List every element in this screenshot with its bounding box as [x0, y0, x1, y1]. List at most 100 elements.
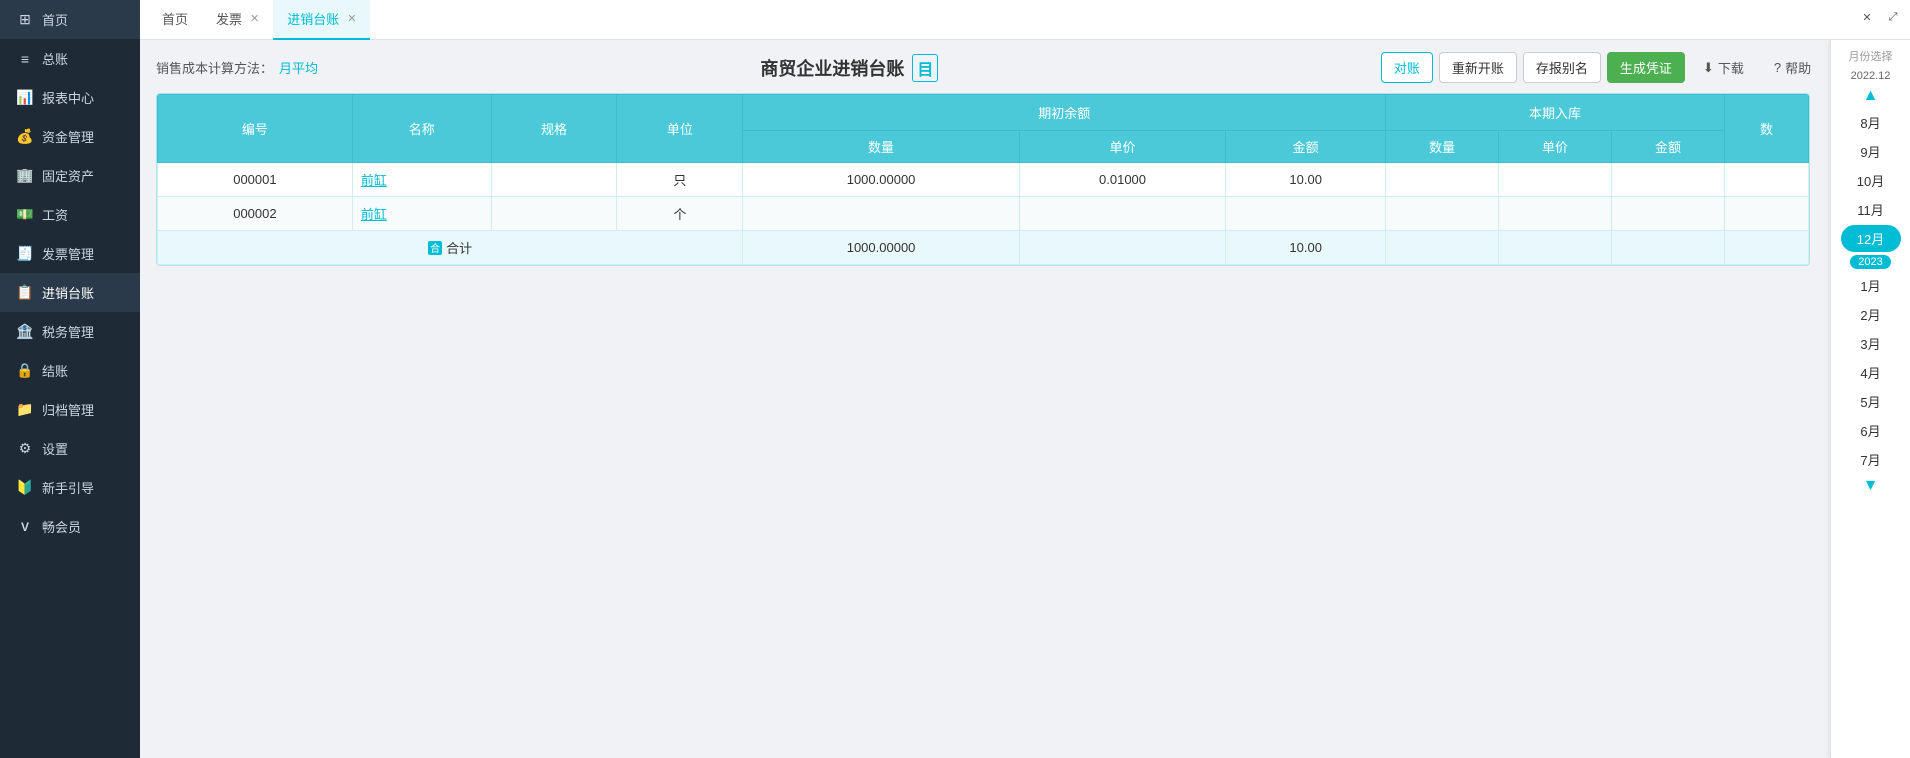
reopen-button[interactable]: 重新开账 — [1439, 52, 1517, 83]
col-header-inbound: 本期入库 — [1386, 95, 1725, 131]
total-row: 合 合计 1000.00000 10.00 — [158, 231, 1809, 265]
col-header-more: 数 — [1725, 95, 1809, 163]
month-item-9[interactable]: 9月 — [1841, 138, 1901, 165]
month-item-6[interactable]: 6月 — [1841, 417, 1901, 444]
month-item-8[interactable]: 8月 — [1841, 109, 1901, 136]
product-name-link[interactable]: 前缸 — [361, 173, 387, 188]
sidebar-item-label: 税务管理 — [42, 322, 94, 341]
month-nav-down[interactable]: ▼ — [1863, 474, 1879, 498]
content-header: 销售成本计算方法： 月平均 商贸企业进销台账 目 对账 重新开账 存报别名 生成… — [156, 52, 1894, 83]
cell-inbound-qty — [1386, 163, 1499, 197]
sidebar-item-closing[interactable]: 🔒 结账 — [0, 351, 140, 390]
close-window-button[interactable]: ✕ — [1858, 8, 1876, 26]
total-more — [1725, 231, 1809, 265]
sidebar-item-guide[interactable]: 🔰 新手引导 — [0, 468, 140, 507]
product-name-link[interactable]: 前缸 — [361, 207, 387, 222]
cell-id: 000001 — [158, 163, 353, 197]
col-sub-opening-price: 单价 — [1019, 131, 1225, 163]
col-sub-inbound-qty: 数量 — [1386, 131, 1499, 163]
cell-name: 前缸 — [352, 197, 491, 231]
reports-icon: 📊 — [16, 89, 34, 106]
cell-opening-qty: 1000.00000 — [743, 163, 1019, 197]
tab-label: 进销台账 — [287, 9, 339, 28]
month-item-10[interactable]: 10月 — [1841, 167, 1901, 194]
sidebar-item-tax[interactable]: 🏦 税务管理 — [0, 312, 140, 351]
content-area: 销售成本计算方法： 月平均 商贸企业进销台账 目 对账 重新开账 存报别名 生成… — [140, 40, 1910, 758]
cell-inbound-qty — [1386, 197, 1499, 231]
reconcile-button[interactable]: 对账 — [1381, 52, 1433, 83]
cell-opening-price: 0.01000 — [1019, 163, 1225, 197]
cell-unit: 只 — [617, 163, 743, 197]
sidebar-item-assets[interactable]: 🏢 固定资产 — [0, 156, 140, 195]
assets-icon: 🏢 — [16, 167, 34, 184]
sidebar-item-reports[interactable]: 📊 报表中心 — [0, 78, 140, 117]
tab-home[interactable]: 首页 — [148, 0, 202, 40]
sidebar-item-archive[interactable]: 📁 归档管理 — [0, 390, 140, 429]
inventory-table-wrapper: 编号 名称 规格 单位 期初余额 本期入库 数 数量 单价 金额 数量 单价 — [156, 93, 1810, 266]
home-icon: ⊞ — [16, 11, 34, 28]
generate-button[interactable]: 生成凭证 — [1607, 52, 1685, 83]
cell-opening-amount: 10.00 — [1226, 163, 1386, 197]
download-icon: ⬇ — [1703, 60, 1714, 76]
cost-method: 销售成本计算方法： 月平均 — [156, 58, 318, 77]
month-item-4[interactable]: 4月 — [1841, 359, 1901, 386]
sidebar-item-finance[interactable]: 💰 资金管理 — [0, 117, 140, 156]
col-header-name: 名称 — [352, 95, 491, 163]
year-2023-badge: 2023 — [1850, 255, 1890, 269]
title-info-icon[interactable]: 目 — [912, 54, 938, 82]
month-item-2[interactable]: 2月 — [1841, 301, 1901, 328]
maximize-window-button[interactable]: ⤢ — [1884, 8, 1902, 26]
finance-icon: 💰 — [16, 128, 34, 145]
download-button[interactable]: ⬇ 下载 — [1691, 53, 1756, 82]
col-sub-inbound-amount: 金额 — [1612, 131, 1725, 163]
sidebar-item-label: 总账 — [42, 49, 68, 68]
sidebar-item-inventory[interactable]: 📋 进销台账 — [0, 273, 140, 312]
sidebar-item-settings[interactable]: ⚙ 设置 — [0, 429, 140, 468]
year-2022-label: 2022.12 — [1851, 68, 1891, 84]
month-item-11[interactable]: 11月 — [1841, 196, 1901, 223]
help-label: 帮助 — [1785, 58, 1811, 77]
tab-close-invoice[interactable]: ✕ — [250, 12, 259, 25]
help-button[interactable]: ? 帮助 — [1762, 53, 1823, 82]
sidebar-item-member[interactable]: V 畅会员 — [0, 507, 140, 546]
total-inbound-price — [1499, 231, 1612, 265]
month-item-1[interactable]: 1月 — [1841, 272, 1901, 299]
sidebar-item-label: 固定资产 — [42, 166, 94, 185]
tab-inventory[interactable]: 进销台账 ✕ — [273, 0, 370, 40]
col-sub-inbound-price: 单价 — [1499, 131, 1612, 163]
save-as-button[interactable]: 存报别名 — [1523, 52, 1601, 83]
total-opening-amount: 10.00 — [1226, 231, 1386, 265]
table-row: 000001 前缸 只 1000.00000 0.01000 10.00 — [158, 163, 1809, 197]
closing-icon: 🔒 — [16, 362, 34, 379]
tab-bar: 首页 发票 ✕ 进销台账 ✕ ✕ ⤢ — [140, 0, 1910, 40]
sidebar-item-salary[interactable]: 💵 工资 — [0, 195, 140, 234]
tab-close-inventory[interactable]: ✕ — [347, 12, 356, 25]
col-header-opening: 期初余额 — [743, 95, 1386, 131]
total-label-cell: 合 合计 — [158, 231, 743, 265]
download-label: 下载 — [1718, 58, 1744, 77]
cell-opening-price — [1019, 197, 1225, 231]
sidebar-item-ledger[interactable]: ≡ 总账 — [0, 39, 140, 78]
month-item-3[interactable]: 3月 — [1841, 330, 1901, 357]
col-header-spec: 规格 — [491, 95, 617, 163]
month-panel: 月份选择 2022.12 ▲ 8月 9月 10月 11月 12月 2023 1月… — [1830, 40, 1910, 758]
cell-opening-qty — [743, 197, 1019, 231]
sidebar-item-home[interactable]: ⊞ 首页 — [0, 0, 140, 39]
col-header-id: 编号 — [158, 95, 353, 163]
tab-invoice[interactable]: 发票 ✕ — [202, 0, 273, 40]
action-buttons: 对账 重新开账 存报别名 生成凭证 ⬇ 下载 ? 帮助 ↻ 刷新 — [1381, 52, 1894, 83]
cell-id: 000002 — [158, 197, 353, 231]
month-nav-up[interactable]: ▲ — [1863, 84, 1879, 108]
total-label-text: 合计 — [446, 238, 472, 257]
col-sub-opening-amount: 金额 — [1226, 131, 1386, 163]
sidebar-item-label: 归档管理 — [42, 400, 94, 419]
month-item-12[interactable]: 12月 — [1841, 225, 1901, 252]
month-item-7[interactable]: 7月 — [1841, 446, 1901, 473]
col-header-unit: 单位 — [617, 95, 743, 163]
total-opening-price — [1019, 231, 1225, 265]
month-item-5[interactable]: 5月 — [1841, 388, 1901, 415]
sidebar-item-label: 工资 — [42, 205, 68, 224]
sidebar-item-invoice[interactable]: 🧾 发票管理 — [0, 234, 140, 273]
table-row: 000002 前缸 个 — [158, 197, 1809, 231]
sidebar-item-label: 设置 — [42, 439, 68, 458]
